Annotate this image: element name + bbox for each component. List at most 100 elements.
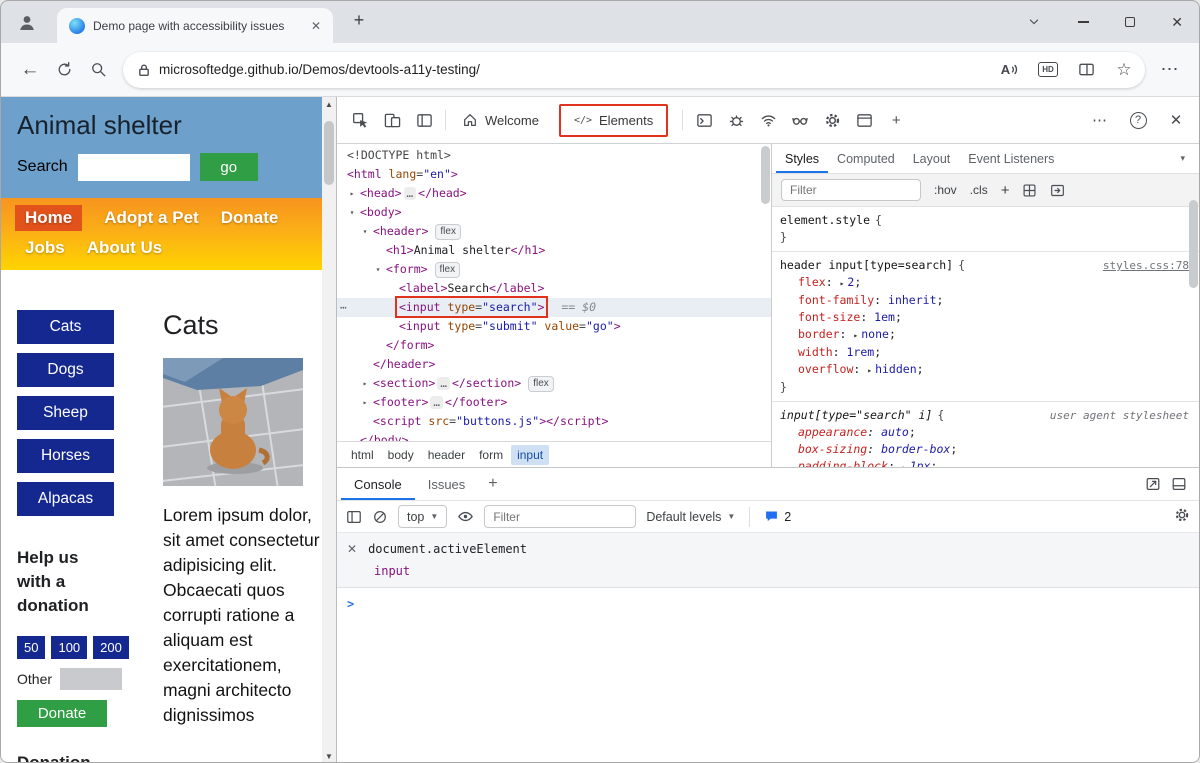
tab-search-chevron-icon[interactable] (1026, 14, 1042, 30)
console-drawer-button[interactable] (689, 105, 719, 135)
tree-node-section[interactable]: ▸ <section>… </section> flex (337, 374, 771, 393)
tree-node-header[interactable]: ▾ <header> flex (337, 222, 771, 241)
styles-scroll-thumb[interactable] (1189, 200, 1198, 288)
back-button[interactable]: ← (13, 53, 47, 87)
tab-issues[interactable]: Issues (415, 468, 479, 500)
split-screen-button[interactable] (1071, 55, 1101, 85)
amount-100-button[interactable]: 100 (51, 636, 88, 659)
donate-button[interactable]: Donate (17, 700, 107, 727)
log-levels-dropdown[interactable]: Default levels ▼ (646, 510, 735, 524)
browser-menu-button[interactable]: ⋯ (1153, 53, 1187, 87)
styles-scrollbar[interactable] (1188, 176, 1198, 465)
remove-expression-icon[interactable]: ✕ (347, 542, 357, 556)
horses-button[interactable]: Horses (17, 439, 114, 473)
favorites-button[interactable]: ☆ (1109, 55, 1139, 85)
network-conditions-button[interactable] (753, 105, 783, 135)
tree-node-form[interactable]: ▾ <form> flex (337, 260, 771, 279)
tab-event-listeners[interactable]: Event Listeners (959, 144, 1063, 173)
console-settings-button[interactable] (1174, 507, 1190, 526)
device-emulation-button[interactable] (377, 105, 407, 135)
scroll-up-icon[interactable]: ▲ (325, 100, 333, 109)
page-search-input[interactable] (77, 153, 190, 181)
clear-console-icon[interactable] (372, 509, 388, 525)
tree-node-input-submit[interactable]: <input type="submit" value="go"> (337, 317, 771, 336)
browser-tab[interactable]: Demo page with accessibility issues ✕ (57, 8, 333, 43)
hd-button[interactable]: HD (1033, 55, 1063, 85)
layout-panel-button[interactable] (849, 105, 879, 135)
expanded-arrow-icon[interactable]: ▾ (359, 222, 371, 241)
tree-node-script[interactable]: <script src="buttons.js"></script> (337, 412, 771, 431)
element-state-icon[interactable] (1022, 183, 1037, 198)
styles-filter-input[interactable] (781, 179, 921, 201)
tree-node-header-close[interactable]: </header> (337, 355, 771, 374)
read-aloud-button[interactable]: A (995, 55, 1025, 85)
new-tab-button[interactable]: + (347, 10, 371, 31)
maximize-button[interactable] (1125, 17, 1136, 27)
other-amount-input[interactable] (60, 668, 123, 690)
devtools-help-button[interactable]: ? (1123, 105, 1153, 135)
nav-jobs-link[interactable]: Jobs (25, 238, 65, 258)
tab-layout[interactable]: Layout (904, 144, 960, 173)
collapsed-arrow-icon[interactable]: ▸ (359, 393, 371, 412)
rendering-settings-button[interactable] (817, 105, 847, 135)
crumb-input[interactable]: input (511, 444, 550, 465)
crumb-body[interactable]: body (382, 445, 420, 465)
tree-node-doctype[interactable]: <!DOCTYPE html> (337, 146, 771, 165)
expand-property-icon[interactable]: ▸ (902, 463, 907, 467)
expand-property-icon[interactable]: ▸ (853, 331, 858, 340)
context-selector[interactable]: top ▼ (398, 505, 448, 528)
vision-deficiencies-button[interactable] (785, 105, 815, 135)
expanded-arrow-icon[interactable]: ▾ (346, 203, 358, 222)
amount-50-button[interactable]: 50 (17, 636, 46, 659)
rule-user-agent[interactable]: input[type="search" i] { user agent styl… (772, 402, 1199, 467)
console-prompt[interactable]: > (337, 588, 1199, 620)
nav-adopt-link[interactable]: Adopt a Pet (104, 208, 198, 228)
new-style-rule-button[interactable]: + (1001, 182, 1010, 199)
collapsed-arrow-icon[interactable]: ▸ (359, 374, 371, 393)
dom-scroll-thumb[interactable] (761, 146, 770, 204)
close-window-button[interactable]: ✕ (1171, 14, 1183, 31)
inspect-element-button[interactable] (345, 105, 375, 135)
rule-element-style[interactable]: element.style{ } (772, 207, 1199, 252)
flex-badge[interactable]: flex (434, 261, 461, 278)
address-bar[interactable]: microsoftedge.github.io/Demos/devtools-a… (123, 51, 1145, 88)
popout-icon[interactable] (1145, 476, 1161, 492)
search-button[interactable] (81, 53, 115, 87)
page-scroll-thumb[interactable] (324, 121, 334, 185)
more-tabs-chevron-icon[interactable]: ▾ (1180, 153, 1185, 164)
expand-children-button[interactable]: … (437, 377, 450, 390)
nav-about-link[interactable]: About Us (87, 238, 163, 258)
crumb-form[interactable]: form (473, 445, 509, 465)
tree-node-footer[interactable]: ▸ <footer>… </footer> (337, 393, 771, 412)
profile-button[interactable] (11, 8, 43, 38)
tab-close-icon[interactable]: ✕ (307, 19, 325, 33)
crumb-header[interactable]: header (422, 445, 471, 465)
expand-property-icon[interactable]: ▸ (840, 279, 845, 288)
nav-home-link[interactable]: Home (15, 205, 83, 231)
page-scrollbar[interactable]: ▲ ▼ (322, 97, 336, 762)
devtools-menu-button[interactable]: ⋯ (1085, 105, 1115, 135)
tree-node-input-search[interactable]: ⋯ <input type="search"> == $0 (337, 296, 771, 318)
node-menu-icon[interactable]: ⋯ (340, 298, 348, 317)
devtools-close-button[interactable]: ✕ (1161, 105, 1191, 135)
tree-node-body-close[interactable]: </body> (337, 431, 771, 441)
tree-node-form-close[interactable]: </form> (337, 336, 771, 355)
tab-welcome[interactable]: Welcome (452, 97, 549, 143)
tree-node-h1[interactable]: <h1>Animal shelter</h1> (337, 241, 771, 260)
tree-node-label[interactable]: <label>Search</label> (337, 279, 771, 298)
eye-icon[interactable] (457, 508, 474, 525)
refresh-button[interactable] (47, 53, 81, 87)
tab-elements[interactable]: </> Elements (558, 103, 669, 137)
activity-bar-button[interactable] (409, 105, 439, 135)
minimize-button[interactable] (1078, 21, 1090, 23)
tab-styles[interactable]: Styles (776, 144, 828, 173)
computed-sidebar-icon[interactable] (1050, 183, 1065, 198)
expand-property-icon[interactable]: ▸ (867, 366, 872, 375)
message-count[interactable]: 2 (764, 509, 791, 524)
add-panel-button[interactable]: + (881, 105, 911, 135)
hover-state-toggle[interactable]: :hov (934, 183, 957, 197)
add-drawer-tab-button[interactable]: + (478, 475, 507, 493)
console-filter-input[interactable] (484, 505, 637, 528)
alpacas-button[interactable]: Alpacas (17, 482, 114, 516)
expanded-arrow-icon[interactable]: ▾ (372, 260, 384, 279)
